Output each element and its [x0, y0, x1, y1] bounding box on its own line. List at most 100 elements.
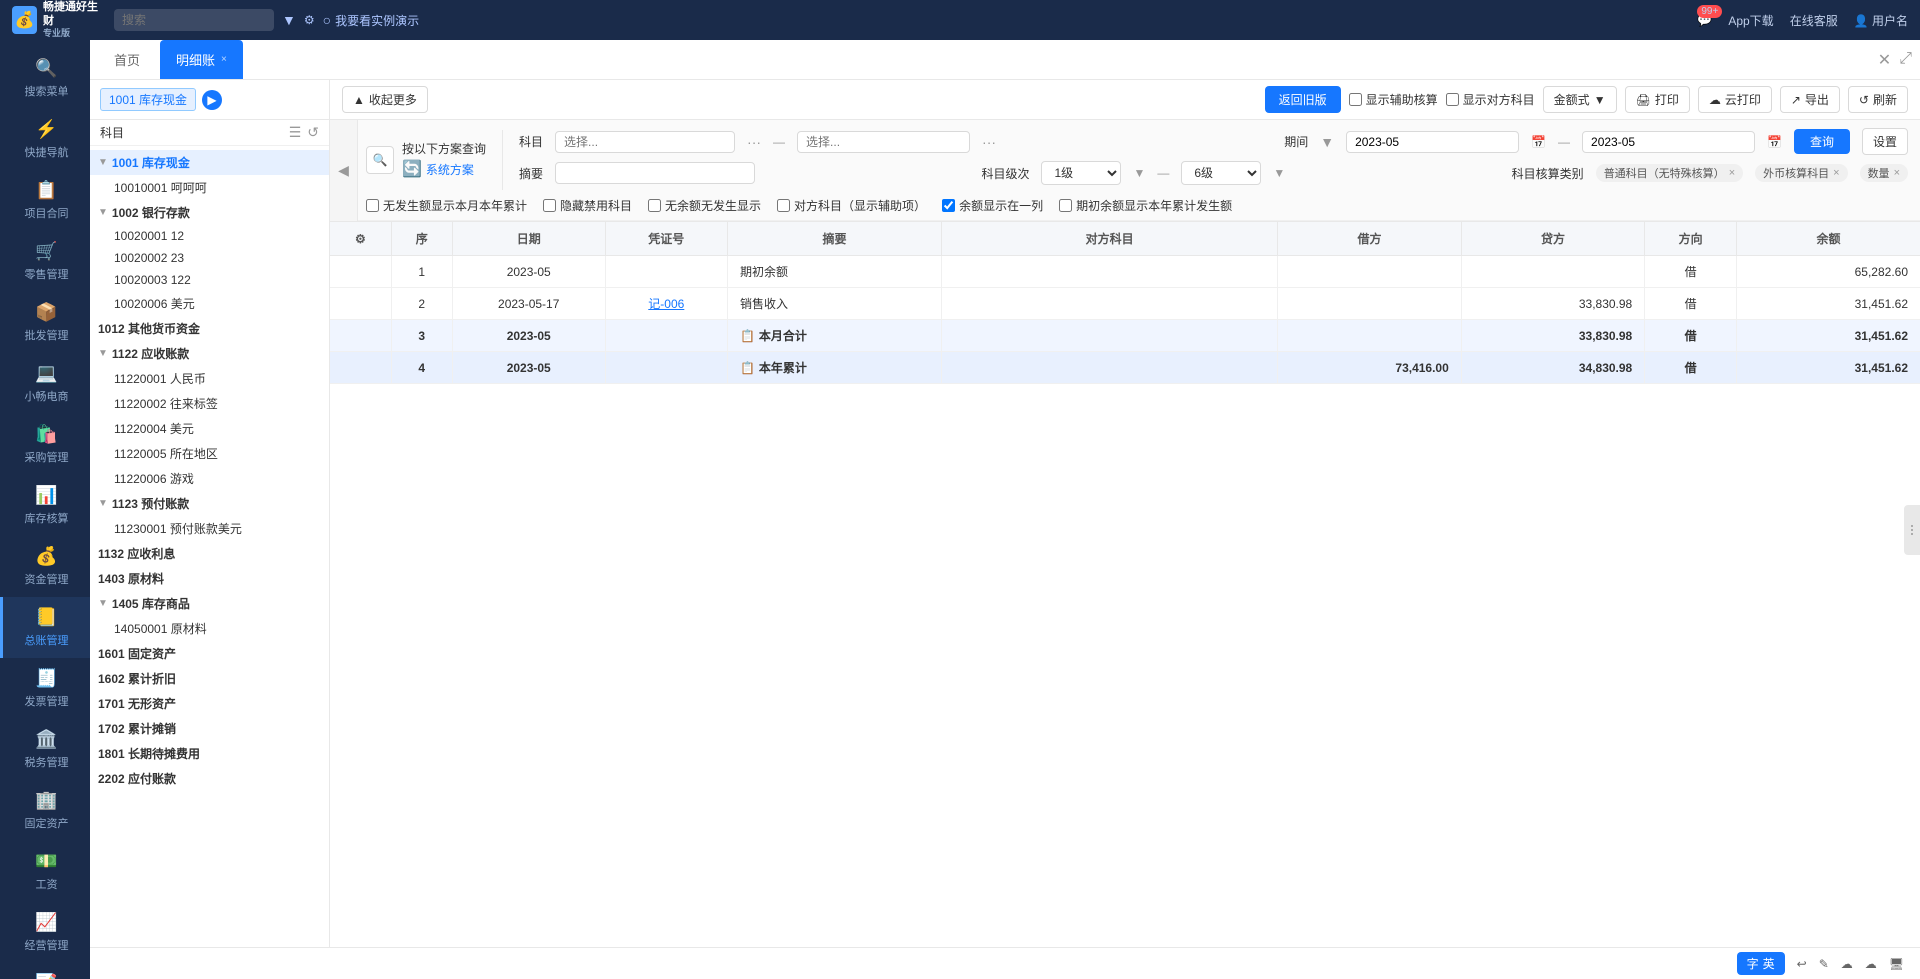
search-input[interactable]: [114, 9, 274, 31]
sidebar-item-inventory[interactable]: 📊 库存核算: [0, 475, 90, 536]
subject-input2[interactable]: [797, 131, 970, 153]
tree-item-1602[interactable]: 1602 累计折旧: [90, 666, 329, 691]
tree-item-10020002[interactable]: 10020002 23: [90, 247, 329, 269]
window-close-icon[interactable]: ✕: [1878, 50, 1891, 70]
period-dropdown-icon[interactable]: ▼: [1320, 134, 1334, 150]
cloud-print-btn[interactable]: ☁ 云打印: [1698, 86, 1772, 113]
tree-item-11220004[interactable]: 11220004 美元: [90, 416, 329, 441]
tree-item-10020001[interactable]: 10020001 12: [90, 225, 329, 247]
tag-quantity-remove[interactable]: ×: [1894, 167, 1900, 179]
status-icon-undo[interactable]: ↩: [1797, 957, 1807, 971]
cb-no-balance[interactable]: 无发生额显示本月本年累计: [366, 197, 527, 214]
tree-item-10020003[interactable]: 10020003 122: [90, 269, 329, 291]
tree-item-1801[interactable]: 1801 长期待摊费用: [90, 741, 329, 766]
tab-detail[interactable]: 明细账 ×: [160, 40, 243, 79]
sidebar-item-retail[interactable]: 🛒 零售管理: [0, 231, 90, 292]
right-collapse-btn[interactable]: [1904, 505, 1920, 555]
lang-switch-btn[interactable]: 字 英: [1737, 952, 1785, 975]
tree-item-11230001[interactable]: 11230001 预付账款美元: [90, 516, 329, 541]
cb-opposite-input[interactable]: [777, 199, 790, 212]
sidebar-item-general[interactable]: 📒 总账管理: [0, 597, 90, 658]
sidebar-item-tax[interactable]: 🏛️ 税务管理: [0, 719, 90, 780]
level-end-select[interactable]: 6级: [1181, 161, 1261, 185]
level-start-select[interactable]: 1级: [1041, 161, 1121, 185]
subject-input[interactable]: [555, 131, 735, 153]
system-plan-btn[interactable]: 🔄 系统方案: [402, 159, 486, 179]
filter-toggle-btn[interactable]: ◀: [330, 120, 358, 221]
status-icon-cloud1[interactable]: ☁: [1841, 957, 1853, 971]
voucher-link[interactable]: 记-006: [648, 297, 684, 311]
sidebar-item-invoice[interactable]: 🧾 发票管理: [0, 658, 90, 719]
end-period-input[interactable]: [1582, 131, 1755, 153]
print-btn[interactable]: 🖨 打印: [1625, 86, 1690, 113]
window-expand-icon[interactable]: ⤢: [1899, 50, 1912, 70]
tag-normal-remove[interactable]: ×: [1729, 167, 1735, 179]
tree-item-1122[interactable]: ▼ 1122 应收账款: [90, 341, 329, 366]
tree-item-1403[interactable]: 1403 原材料: [90, 566, 329, 591]
show-auxiliary-checkbox[interactable]: 显示辅助核算: [1349, 91, 1438, 108]
summary-input[interactable]: [555, 162, 755, 184]
tree-item-11220002[interactable]: 11220002 往来标签: [90, 391, 329, 416]
subject-more-btn[interactable]: ···: [747, 134, 761, 150]
tree-item-1701[interactable]: 1701 无形资产: [90, 691, 329, 716]
subject-more-btn2[interactable]: ···: [982, 134, 996, 150]
tree-item-1012[interactable]: 1012 其他货币资金: [90, 316, 329, 341]
tree-item-14050001[interactable]: 14050001 原材料: [90, 616, 329, 641]
sidebar-item-sales[interactable]: 📝 小畅报销: [0, 963, 90, 979]
sidebar-item-quick[interactable]: ⚡ 快捷导航: [0, 109, 90, 170]
user-avatar[interactable]: 👤 用户名: [1854, 12, 1908, 29]
sidebar-item-operations[interactable]: 📈 经营管理: [0, 902, 90, 963]
tree-list-icon[interactable]: ☰: [289, 124, 302, 141]
cb-hide-disabled[interactable]: 隐藏禁用科目: [543, 197, 632, 214]
cb-begin-balance[interactable]: 期初余额显示本年累计发生额: [1059, 197, 1232, 214]
sidebar-item-search[interactable]: 🔍 搜索菜单: [0, 48, 90, 109]
account-badge[interactable]: 1001 库存现金: [100, 88, 196, 111]
status-icon-screen[interactable]: 🖥: [1889, 957, 1904, 971]
tree-item-10020006[interactable]: 10020006 美元: [90, 291, 329, 316]
sidebar-item-ecommerce[interactable]: 💻 小畅电商: [0, 353, 90, 414]
tree-item-11220001[interactable]: 11220001 人民币: [90, 366, 329, 391]
opposite-checkbox-input[interactable]: [1446, 93, 1459, 106]
nav-next-btn[interactable]: ▶: [202, 90, 222, 110]
tab-close-icon[interactable]: ×: [221, 54, 227, 65]
expand-more-btn[interactable]: ▲ 收起更多: [342, 86, 428, 113]
status-icon-edit[interactable]: ✎: [1819, 957, 1829, 971]
query-btn[interactable]: 查询: [1794, 129, 1850, 154]
settings-icon[interactable]: ⚙: [304, 13, 315, 27]
cb-no-balance-input[interactable]: [366, 199, 379, 212]
amount-format-btn[interactable]: 金额式 ▼: [1543, 86, 1617, 113]
row2-voucher[interactable]: 记-006: [605, 288, 727, 320]
setting-btn[interactable]: 设置: [1862, 128, 1908, 155]
app-download-btn[interactable]: App下载: [1728, 12, 1773, 29]
sidebar-item-capital[interactable]: 💰 资金管理: [0, 536, 90, 597]
dropdown-icon[interactable]: ▼: [282, 12, 296, 28]
cb-no-balance-show-input[interactable]: [648, 199, 661, 212]
refresh-btn[interactable]: ↺ 刷新: [1848, 86, 1908, 113]
cb-opposite[interactable]: 对方科目（显示辅助项）: [777, 197, 926, 214]
tree-item-1405[interactable]: ▼ 1405 库存商品: [90, 591, 329, 616]
cb-hide-disabled-input[interactable]: [543, 199, 556, 212]
tree-refresh-icon[interactable]: ↺: [307, 124, 319, 141]
sidebar-item-project[interactable]: 📋 项目合同: [0, 170, 90, 231]
sidebar-item-salary[interactable]: 💵 工资: [0, 841, 90, 902]
online-service-btn[interactable]: 在线客服: [1790, 12, 1838, 29]
cb-begin-balance-input[interactable]: [1059, 199, 1072, 212]
cb-balance-col[interactable]: 余额显示在一列: [942, 197, 1043, 214]
tag-quantity[interactable]: 数量 ×: [1860, 164, 1908, 182]
tree-item-11220006[interactable]: 11220006 游戏: [90, 466, 329, 491]
notification-btn[interactable]: 💬 99+: [1697, 13, 1712, 27]
tree-item-1702[interactable]: 1702 累计摊销: [90, 716, 329, 741]
export-btn[interactable]: ↗ 导出: [1780, 86, 1840, 113]
tree-item-1132[interactable]: 1132 应收利息: [90, 541, 329, 566]
tab-home[interactable]: 首页: [98, 40, 156, 79]
tree-item-1601[interactable]: 1601 固定资产: [90, 641, 329, 666]
return-old-btn[interactable]: 返回旧版: [1265, 86, 1341, 113]
tree-item-11220005[interactable]: 11220005 所在地区: [90, 441, 329, 466]
sidebar-item-purchase[interactable]: 🛍️ 采购管理: [0, 414, 90, 475]
cb-balance-col-input[interactable]: [942, 199, 955, 212]
auxiliary-checkbox-input[interactable]: [1349, 93, 1362, 106]
end-period-calendar-icon[interactable]: 📅: [1767, 135, 1782, 149]
schema-search-icon[interactable]: 🔍: [366, 146, 394, 174]
th-gear[interactable]: ⚙: [330, 222, 391, 256]
show-opposite-checkbox[interactable]: 显示对方科目: [1446, 91, 1535, 108]
